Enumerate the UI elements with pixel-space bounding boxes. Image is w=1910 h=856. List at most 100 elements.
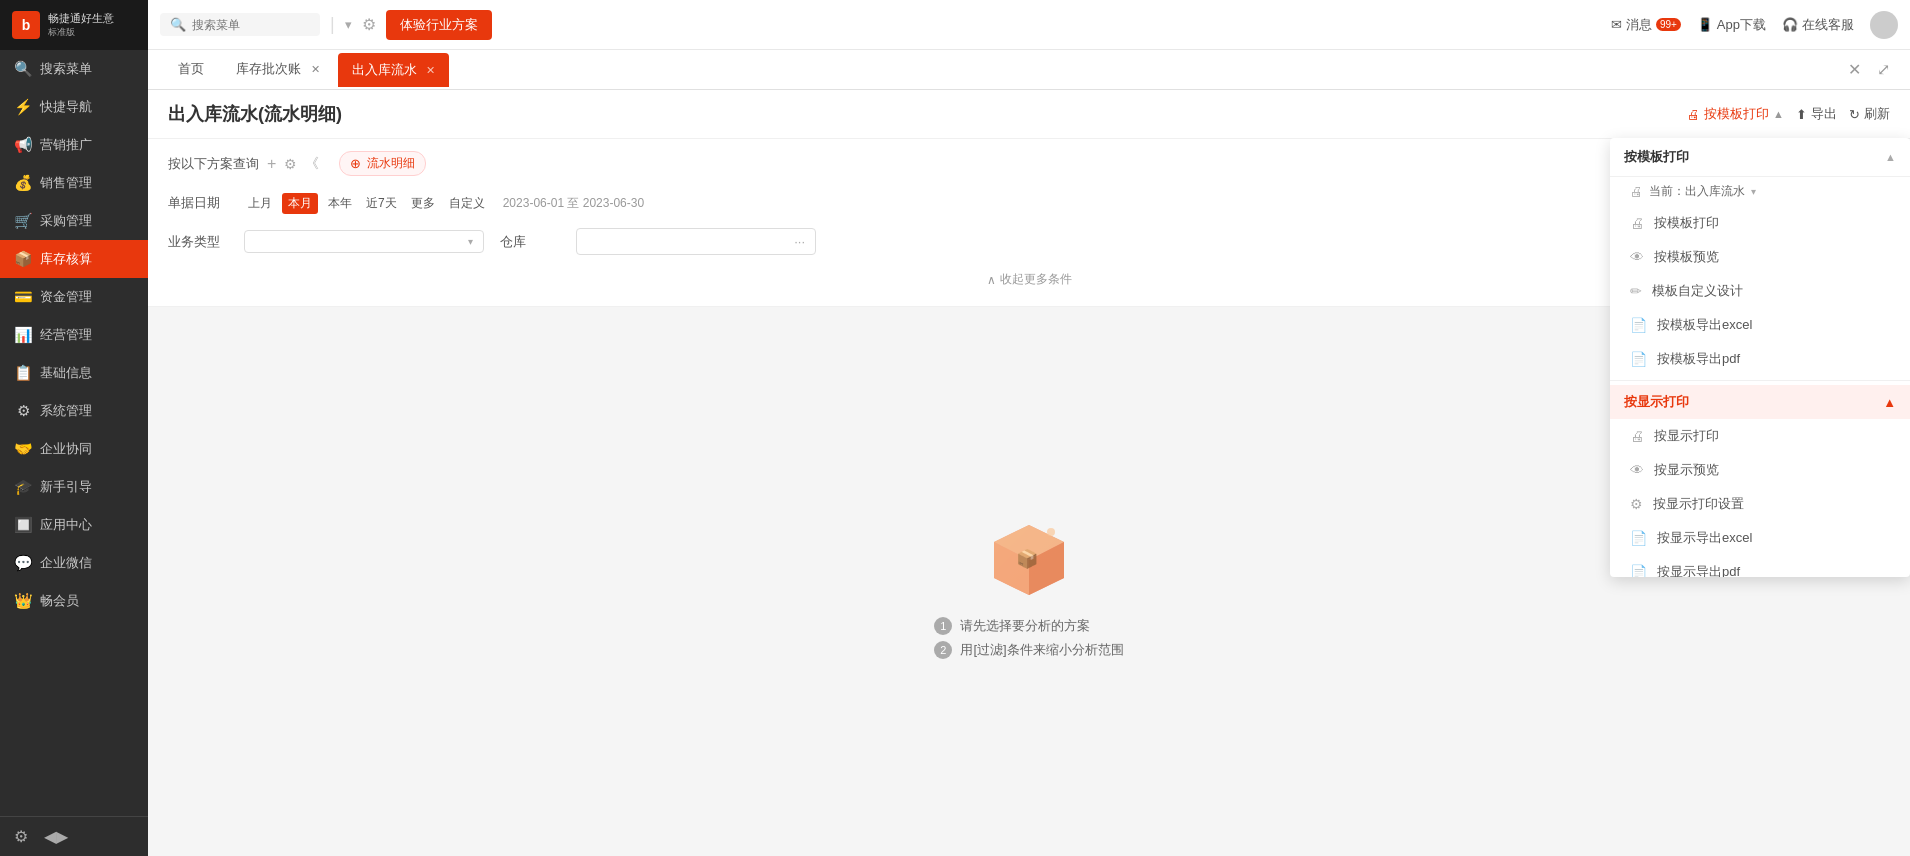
export-label: 导出: [1811, 105, 1837, 123]
topbar-search-input[interactable]: [192, 18, 292, 32]
dropdown-item-template-print[interactable]: 🖨 按模板打印: [1610, 206, 1910, 240]
dropdown-item-display-excel[interactable]: 📄 按显示导出excel: [1610, 521, 1910, 555]
divider-1: [1610, 380, 1910, 381]
customer-service-label: 在线客服: [1802, 16, 1854, 34]
excel-item-icon: 📄: [1630, 317, 1647, 333]
system-icon: ⚙: [14, 402, 32, 420]
filter-tag[interactable]: ⊕ 流水明细: [339, 151, 426, 176]
message-icon: ✉: [1611, 17, 1622, 32]
display-settings-icon: ⚙: [1630, 496, 1643, 512]
collapse-more-btn[interactable]: ∧ 收起更多条件: [981, 265, 1078, 294]
dropdown-item-template-preview[interactable]: 👁 按模板预览: [1610, 240, 1910, 274]
display-settings-label: 按显示打印设置: [1653, 495, 1744, 513]
topbar: 🔍 | ▾ ⚙ 体验行业方案 ✉ 消息 99+ 📱 App下载 🎧 在线客服: [148, 0, 1910, 50]
sidebar-item-label: 库存核算: [40, 250, 92, 268]
dropdown-item-display-print[interactable]: 🖨 按显示打印: [1610, 419, 1910, 453]
quick-nav-icon: ⚡: [14, 98, 32, 116]
current-label-row[interactable]: 🖨 当前：出入库流水 ▾: [1610, 177, 1910, 206]
tag-icon: ⊕: [350, 156, 361, 171]
date-shortcut-this-month[interactable]: 本月: [282, 193, 318, 214]
topbar-search[interactable]: 🔍: [160, 13, 320, 36]
date-shortcut-7days[interactable]: 近7天: [362, 193, 401, 214]
dropdown-item-template-pdf[interactable]: 📄 按模板导出pdf: [1610, 342, 1910, 376]
tab-batch-label: 库存批次账: [236, 61, 301, 76]
display-pdf-icon: 📄: [1630, 564, 1647, 577]
sidebar-item-inventory[interactable]: 📦 库存核算: [0, 240, 148, 278]
topbar-dropdown-icon[interactable]: ▾: [345, 17, 352, 32]
print-btn[interactable]: 🖨 按模板打印 ▲: [1687, 105, 1784, 123]
date-shortcut-last-month[interactable]: 上月: [244, 193, 276, 214]
filter-section-label: 按以下方案查询: [168, 155, 259, 173]
sidebar-item-app-center[interactable]: 🔲 应用中心: [0, 506, 148, 544]
settings-bottom-icon[interactable]: ⚙: [14, 827, 28, 846]
sidebar-item-marketing[interactable]: 📢 营销推广: [0, 126, 148, 164]
refresh-btn[interactable]: ↻ 刷新: [1849, 105, 1890, 123]
search-icon: 🔍: [14, 60, 32, 78]
svg-text:📦: 📦: [1016, 548, 1039, 570]
sidebar-item-label: 经营管理: [40, 326, 92, 344]
avatar[interactable]: [1870, 11, 1898, 39]
warehouse-more[interactable]: ···: [794, 234, 805, 249]
template-preview-label: 按模板预览: [1654, 248, 1719, 266]
sidebar-item-system[interactable]: ⚙ 系统管理: [0, 392, 148, 430]
sidebar-item-label: 搜索菜单: [40, 60, 92, 78]
sidebar-item-search[interactable]: 🔍 搜索菜单: [0, 50, 148, 88]
message-btn[interactable]: ✉ 消息 99+: [1611, 16, 1681, 34]
warehouse-select[interactable]: ···: [576, 228, 816, 255]
sidebar-item-member[interactable]: 👑 畅会员: [0, 582, 148, 620]
sidebar-item-basic[interactable]: 📋 基础信息: [0, 354, 148, 392]
dropdown-chevron-up[interactable]: ▲: [1885, 151, 1896, 163]
dropdown-item-display-pdf[interactable]: 📄 按显示导出pdf: [1610, 555, 1910, 577]
tab-batch-close[interactable]: ✕: [311, 63, 320, 75]
tab-expand[interactable]: ⤢: [1873, 56, 1894, 83]
export-icon: ⬆: [1796, 107, 1807, 122]
industry-btn[interactable]: 体验行业方案: [386, 10, 492, 40]
sidebar-item-weixin[interactable]: 💬 企业微信: [0, 544, 148, 582]
customer-service-btn[interactable]: 🎧 在线客服: [1782, 16, 1854, 34]
tab-home[interactable]: 首页: [164, 52, 218, 88]
display-print-label: 按显示打印: [1654, 427, 1719, 445]
dropdown-item-display-settings[interactable]: ⚙ 按显示打印设置: [1610, 487, 1910, 521]
sidebar-item-operations[interactable]: 📊 经营管理: [0, 316, 148, 354]
tag-label: 流水明细: [367, 155, 415, 172]
topbar-settings-icon[interactable]: ⚙: [362, 15, 376, 34]
date-shortcut-custom[interactable]: 自定义: [445, 193, 489, 214]
sidebar-item-label: 企业协同: [40, 440, 92, 458]
empty-step-1: 1 请先选择要分析的方案: [934, 617, 1123, 635]
finance-icon: 💳: [14, 288, 32, 306]
tab-close-all[interactable]: ✕: [1844, 56, 1865, 83]
display-section-header[interactable]: 按显示打印 ▲: [1610, 385, 1910, 419]
sidebar-item-sales[interactable]: 💰 销售管理: [0, 164, 148, 202]
sidebar-item-cooperation[interactable]: 🤝 企业协同: [0, 430, 148, 468]
dropdown-item-template-custom[interactable]: ✏ 模板自定义设计: [1610, 274, 1910, 308]
display-section-label: 按显示打印: [1624, 393, 1689, 411]
message-badge: 99+: [1656, 18, 1681, 31]
current-label-text: 当前：出入库流水: [1649, 183, 1745, 200]
export-btn[interactable]: ⬆ 导出: [1796, 105, 1837, 123]
refresh-icon: ↻: [1849, 107, 1860, 122]
sidebar-item-quick-nav[interactable]: ⚡ 快捷导航: [0, 88, 148, 126]
current-template-icon: 🖨: [1630, 184, 1643, 199]
app-download-btn[interactable]: 📱 App下载: [1697, 16, 1766, 34]
date-shortcut-more[interactable]: 更多: [407, 193, 439, 214]
dropdown-item-display-preview[interactable]: 👁 按显示预览: [1610, 453, 1910, 487]
filter-settings-btn[interactable]: ⚙: [284, 156, 297, 172]
date-shortcut-this-year[interactable]: 本年: [324, 193, 356, 214]
dropdown-item-template-excel[interactable]: 📄 按模板导出excel: [1610, 308, 1910, 342]
sidebar-item-guide[interactable]: 🎓 新手引导: [0, 468, 148, 506]
display-preview-label: 按显示预览: [1654, 461, 1719, 479]
filter-add-btn[interactable]: +: [267, 155, 276, 173]
collapse-sidebar-icon[interactable]: ◀▶: [44, 827, 68, 846]
sidebar-item-label: 快捷导航: [40, 98, 92, 116]
biz-type-select[interactable]: ▾: [244, 230, 484, 253]
display-pdf-label: 按显示导出pdf: [1657, 563, 1740, 577]
empty-steps: 1 请先选择要分析的方案 2 用[过滤]条件来缩小分析范围: [934, 617, 1123, 659]
sidebar-item-finance[interactable]: 💳 资金管理: [0, 278, 148, 316]
filter-collapse-btn[interactable]: 《: [305, 155, 319, 173]
tab-batch[interactable]: 库存批次账 ✕: [222, 52, 334, 88]
sidebar-item-purchase[interactable]: 🛒 采购管理: [0, 202, 148, 240]
tab-flow[interactable]: 出入库流水 ✕: [338, 53, 450, 87]
tab-flow-close[interactable]: ✕: [426, 64, 435, 76]
date-field-label: 单据日期: [168, 194, 228, 212]
collapse-more-label: 收起更多条件: [1000, 271, 1072, 288]
